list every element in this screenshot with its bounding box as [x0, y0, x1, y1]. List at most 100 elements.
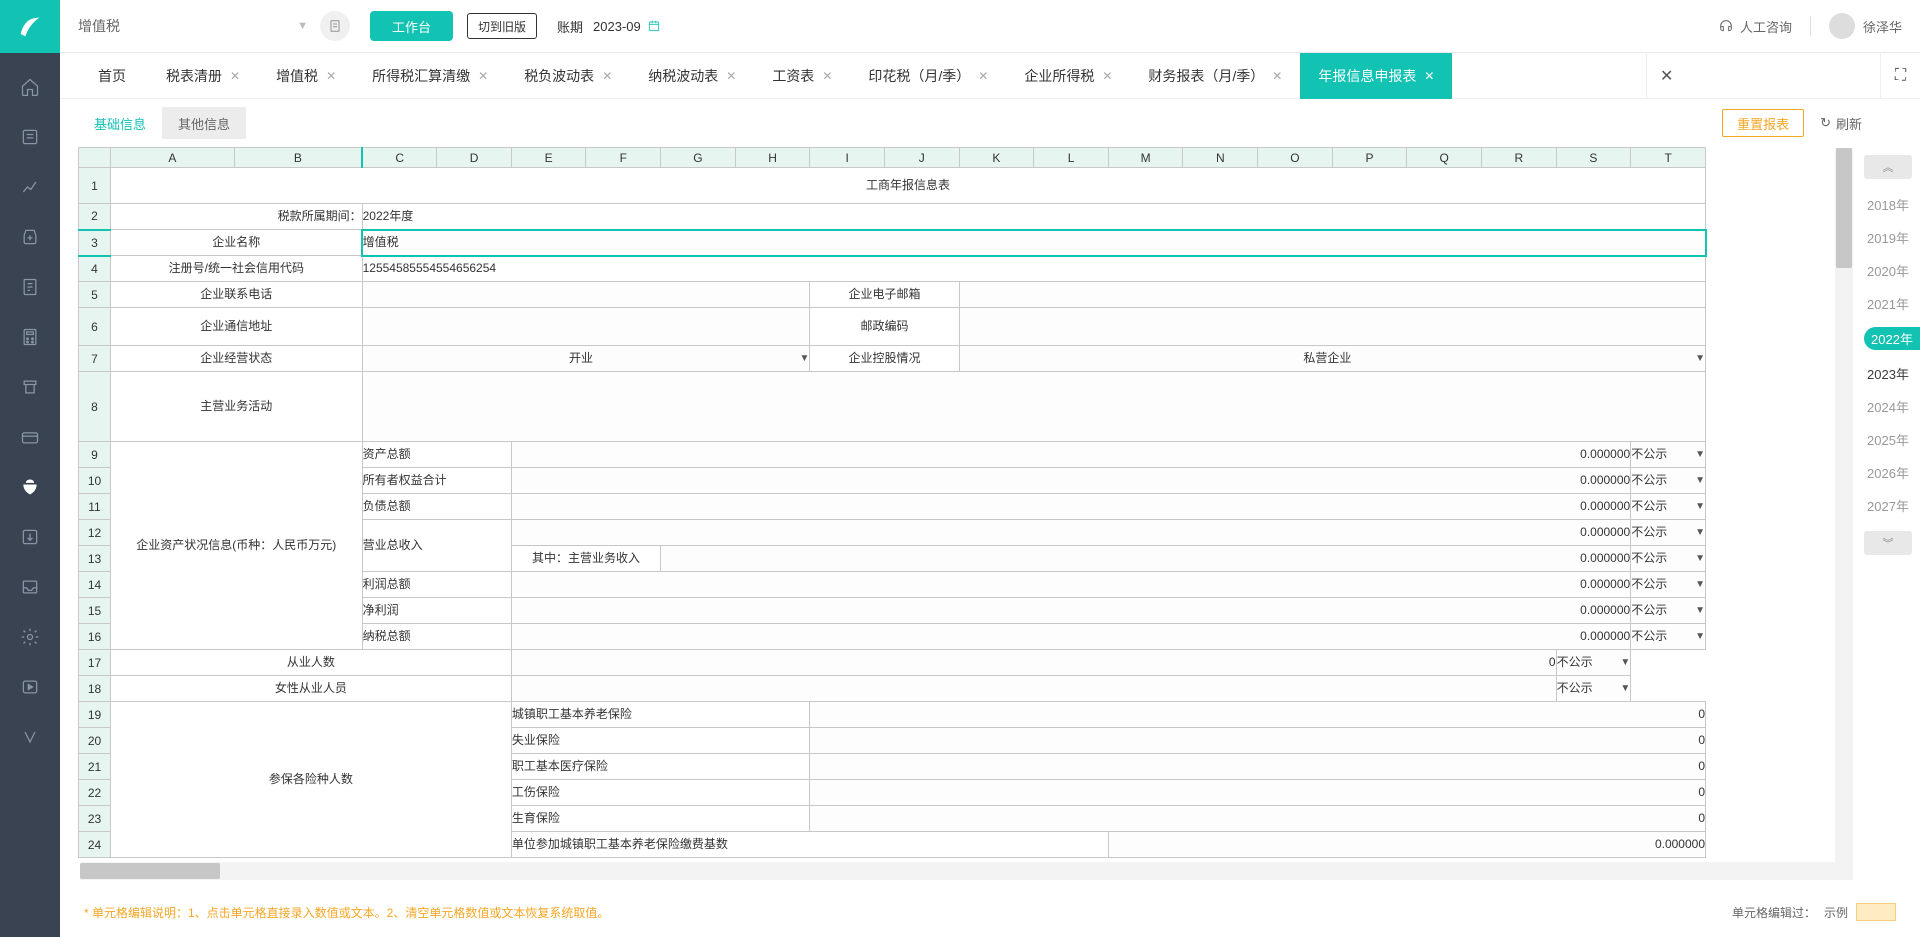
nav-funds-icon[interactable] [0, 213, 60, 261]
row-header[interactable]: 6 [79, 308, 111, 346]
cell[interactable]: 0.000000 [1108, 832, 1705, 858]
row-header[interactable]: 9 [79, 442, 111, 468]
row-header[interactable]: 5 [79, 282, 111, 308]
col-header[interactable]: I [810, 148, 885, 168]
cell[interactable]: 企业电子邮箱 [810, 282, 959, 308]
cell[interactable]: 0 [810, 702, 1706, 728]
nav-export-icon[interactable] [0, 513, 60, 561]
close-icon[interactable]: ✕ [602, 69, 612, 83]
col-header[interactable]: A [110, 148, 234, 168]
row-header[interactable]: 19 [79, 702, 111, 728]
tab[interactable]: 印花税（月/季）✕ [850, 53, 1006, 99]
cell[interactable]: 不公示▼ [1631, 546, 1706, 572]
cell[interactable]: 资产总额 [362, 442, 511, 468]
year-option[interactable]: 2018年 [1864, 195, 1912, 214]
nav-settings-icon[interactable] [0, 613, 60, 661]
col-header[interactable]: Q [1407, 148, 1482, 168]
cell[interactable]: 0.000000 [511, 442, 1630, 468]
doc-icon-button[interactable] [320, 11, 350, 41]
reset-report-button[interactable]: 重置报表 [1722, 109, 1804, 137]
row-header[interactable]: 23 [79, 806, 111, 832]
cell[interactable]: 0.000000 [511, 468, 1630, 494]
cell[interactable]: 职工基本医疗保险 [511, 754, 810, 780]
cell[interactable]: 企业经营状态 [110, 346, 362, 372]
subtab-other[interactable]: 其他信息 [162, 107, 246, 139]
cell[interactable]: 0.000000 [511, 624, 1630, 650]
horizontal-scrollbar[interactable] [80, 862, 1853, 880]
row-header[interactable]: 10 [79, 468, 111, 494]
tab-expand-icon[interactable]: ⛶ [1880, 53, 1920, 99]
tab-close-all-icon[interactable]: ✕ [1646, 53, 1686, 99]
cell[interactable]: 不公示▼ [1631, 468, 1706, 494]
row-header[interactable]: 15 [79, 598, 111, 624]
row-header[interactable]: 13 [79, 546, 111, 572]
cell[interactable]: 其中：主营业务收入 [511, 546, 660, 572]
year-option[interactable]: 2027年 [1864, 496, 1912, 515]
cell[interactable]: 生育保险 [511, 806, 810, 832]
nav-video-icon[interactable] [0, 663, 60, 711]
col-header[interactable]: M [1108, 148, 1183, 168]
cell[interactable]: 失业保险 [511, 728, 810, 754]
row-header[interactable]: 16 [79, 624, 111, 650]
col-header[interactable]: E [511, 148, 586, 168]
tab[interactable]: 工资表✕ [754, 53, 850, 99]
col-header[interactable]: P [1332, 148, 1407, 168]
cell[interactable]: 不公示▼ [1631, 572, 1706, 598]
col-header[interactable]: J [884, 148, 959, 168]
year-option[interactable]: 2026年 [1864, 463, 1912, 482]
cell[interactable]: 负债总额 [362, 494, 511, 520]
col-header[interactable]: O [1258, 148, 1333, 168]
cell[interactable] [959, 308, 1705, 346]
close-icon[interactable]: ✕ [230, 69, 240, 83]
col-header[interactable]: D [437, 148, 512, 168]
row-header[interactable]: 18 [79, 676, 111, 702]
cell[interactable]: 私营企业▼ [959, 346, 1705, 372]
tab[interactable]: 纳税波动表✕ [630, 53, 754, 99]
consult-link[interactable]: 人工咨询 [1718, 17, 1792, 36]
cell[interactable]: 开业▼ [362, 346, 810, 372]
cell[interactable]: 注册号/统一社会信用代码 [110, 256, 362, 282]
cell[interactable]: 2022年度 [362, 204, 1705, 230]
cell[interactable] [511, 676, 1556, 702]
nav-ledger-icon[interactable] [0, 113, 60, 161]
cell[interactable]: 0.000000 [661, 546, 1631, 572]
cell[interactable]: 12554585554554656254 [362, 256, 1705, 282]
cell[interactable]: 所有者权益合计 [362, 468, 511, 494]
col-header[interactable] [79, 148, 111, 168]
cell[interactable]: 工伤保险 [511, 780, 810, 806]
cell[interactable]: 0 [810, 728, 1706, 754]
year-option[interactable]: 2021年 [1864, 294, 1912, 313]
row-header[interactable]: 17 [79, 650, 111, 676]
cell[interactable]: 不公示▼ [1556, 676, 1631, 702]
nav-v-icon[interactable] [0, 713, 60, 761]
year-option[interactable]: 2019年 [1864, 228, 1912, 247]
row-header[interactable]: 14 [79, 572, 111, 598]
vertical-scrollbar[interactable] [1835, 148, 1853, 862]
col-header[interactable]: R [1481, 148, 1556, 168]
cell[interactable]: 利润总额 [362, 572, 511, 598]
col-header[interactable]: N [1183, 148, 1258, 168]
cell[interactable]: 0.000000 [511, 598, 1630, 624]
cell[interactable] [362, 372, 1705, 442]
year-down-icon[interactable]: ︾ [1864, 531, 1912, 555]
cell[interactable]: 企业名称 [110, 230, 362, 256]
close-icon[interactable]: ✕ [978, 69, 988, 83]
cell[interactable]: 0 [511, 650, 1556, 676]
tab[interactable]: 税表清册✕ [148, 53, 258, 99]
refresh-button[interactable]: ↻刷新 [1820, 114, 1862, 133]
cell[interactable]: 单位参加城镇职工基本养老保险缴费基数 [511, 832, 1108, 858]
close-icon[interactable]: ✕ [478, 69, 488, 83]
cell[interactable]: 税款所属期间： [110, 204, 362, 230]
close-icon[interactable]: ✕ [1102, 69, 1112, 83]
col-header[interactable]: F [586, 148, 661, 168]
nav-chart-icon[interactable] [0, 163, 60, 211]
row-header[interactable]: 22 [79, 780, 111, 806]
tab[interactable]: 年报信息申报表✕ [1300, 53, 1452, 99]
col-header[interactable]: H [735, 148, 810, 168]
cell[interactable]: 企业控股情况 [810, 346, 959, 372]
close-icon[interactable]: ✕ [726, 69, 736, 83]
cell[interactable]: 净利润 [362, 598, 511, 624]
row-header[interactable]: 1 [79, 168, 111, 204]
cell[interactable]: 不公示▼ [1556, 650, 1631, 676]
row-header[interactable]: 3 [79, 230, 111, 256]
